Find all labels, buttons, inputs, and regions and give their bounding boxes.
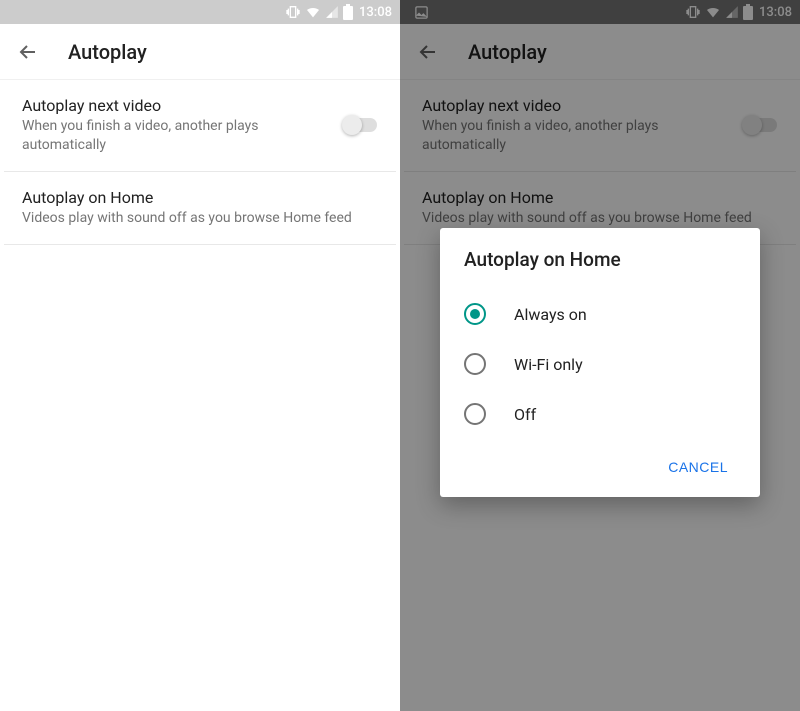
dialog-title: Autoplay on Home: [464, 248, 736, 271]
dialog-actions: CANCEL: [464, 439, 736, 489]
signal-icon: [325, 5, 339, 19]
setting-title: Autoplay next video: [22, 96, 330, 115]
status-clock: 13:08: [359, 5, 392, 20]
toggle-thumb: [342, 115, 362, 135]
setting-text: Autoplay on Home Videos play with sound …: [22, 188, 378, 228]
radio-label: Always on: [514, 305, 587, 324]
setting-subtitle: Videos play with sound off as you browse…: [22, 209, 366, 228]
vibrate-icon: [285, 4, 301, 20]
setting-text: Autoplay next video When you finish a vi…: [22, 96, 342, 155]
setting-autoplay-home[interactable]: Autoplay on Home Videos play with sound …: [4, 172, 396, 245]
cancel-button[interactable]: CANCEL: [660, 451, 736, 483]
radio-icon: [464, 403, 486, 425]
radio-option-always-on[interactable]: Always on: [464, 289, 736, 339]
radio-icon: [464, 353, 486, 375]
status-bar: 13:08: [0, 0, 400, 24]
back-icon[interactable]: [16, 40, 40, 64]
dialog-autoplay-home: Autoplay on Home Always on Wi-Fi only Of…: [440, 228, 760, 497]
radio-label: Off: [514, 405, 536, 424]
radio-option-off[interactable]: Off: [464, 389, 736, 439]
setting-subtitle: When you finish a video, another plays a…: [22, 117, 330, 155]
app-bar: Autoplay: [0, 24, 400, 80]
radio-icon: [464, 303, 486, 325]
toggle-autoplay-next[interactable]: [342, 115, 378, 135]
battery-icon: [343, 4, 353, 20]
radio-option-wifi-only[interactable]: Wi-Fi only: [464, 339, 736, 389]
page-title: Autoplay: [68, 40, 147, 64]
radio-label: Wi-Fi only: [514, 355, 583, 374]
setting-autoplay-next[interactable]: Autoplay next video When you finish a vi…: [4, 80, 396, 172]
setting-title: Autoplay on Home: [22, 188, 366, 207]
wifi-icon: [305, 4, 321, 20]
screen-left: 13:08 Autoplay Autoplay next video When …: [0, 0, 400, 711]
screen-right: 13:08 Autoplay Autoplay next video When …: [400, 0, 800, 711]
